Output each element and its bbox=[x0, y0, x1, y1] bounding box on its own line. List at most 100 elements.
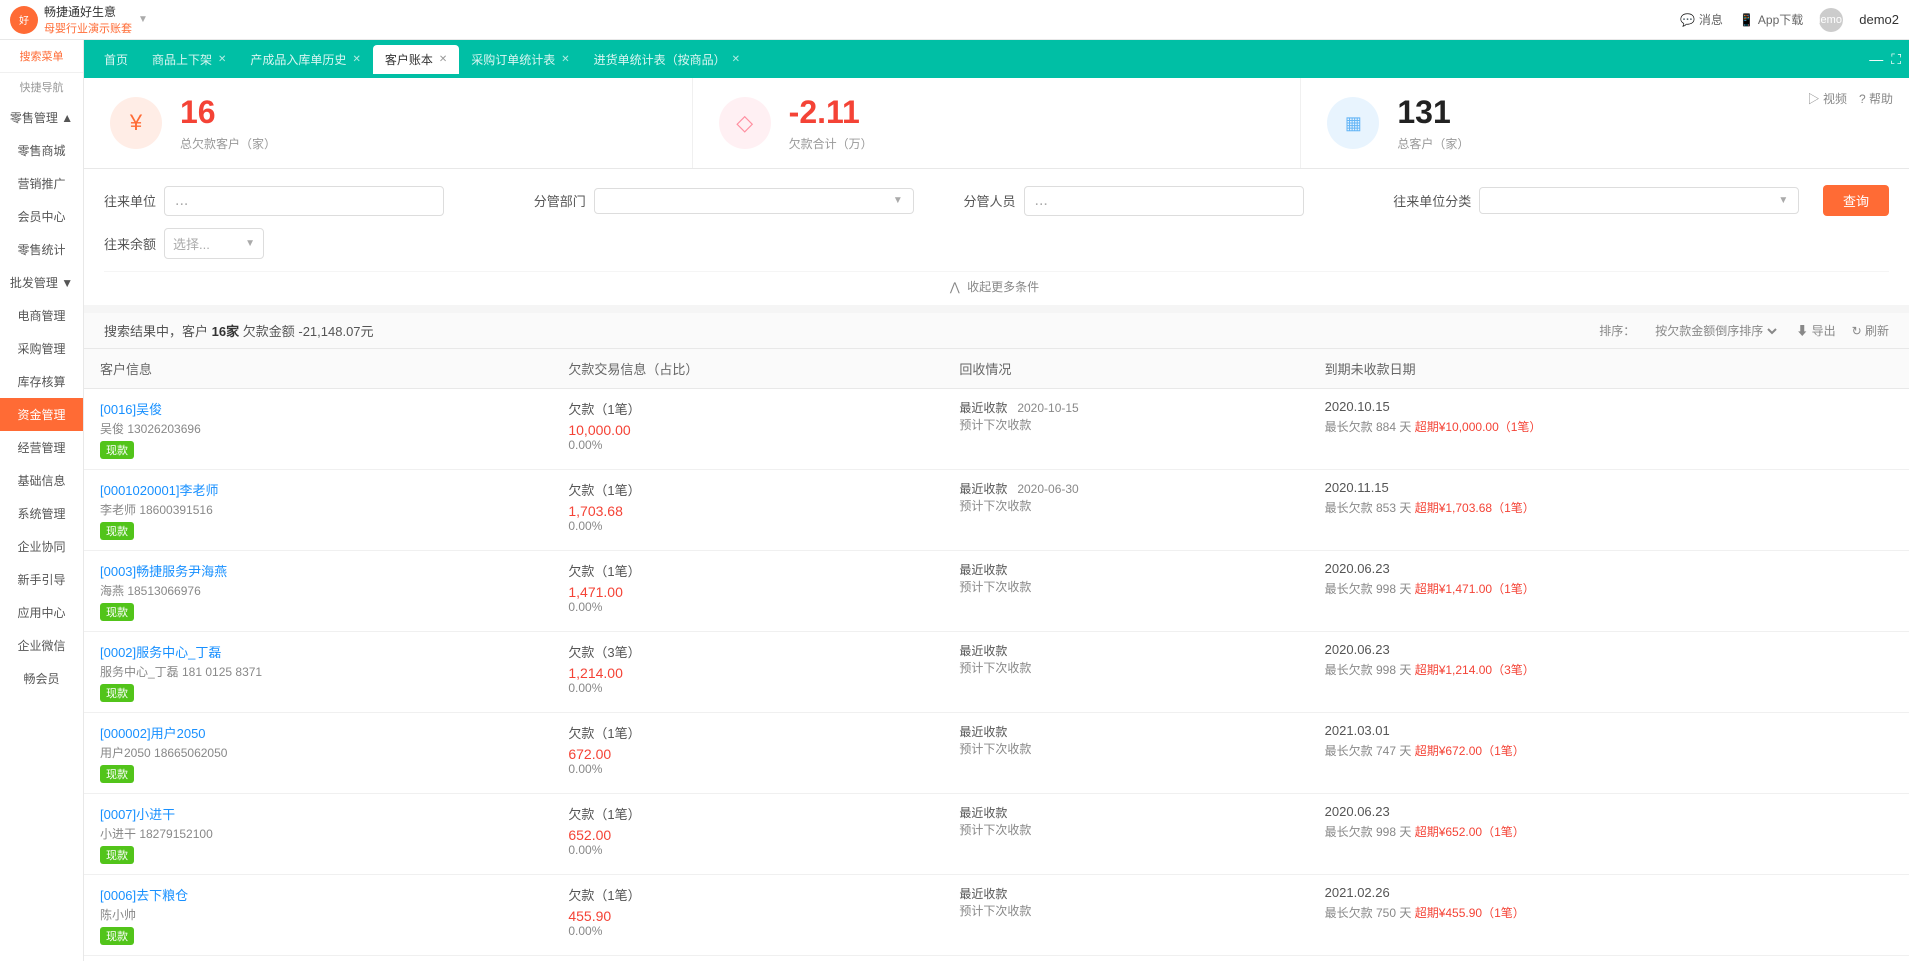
overdue-info: 最长欠款 998 天 超期¥1,471.00（1笔） bbox=[1325, 580, 1893, 597]
user-avatar[interactable]: demo2 bbox=[1819, 8, 1843, 32]
table-row: [0001020001]李老师 李老师 18600391516 现款 欠款（1笔… bbox=[84, 470, 1909, 551]
collapse-btn[interactable]: ⋀ 收起更多条件 bbox=[104, 271, 1889, 305]
customer-name[interactable]: [0002]服务中心_丁磊 bbox=[100, 642, 536, 661]
message-btn[interactable]: 💬 消息 bbox=[1680, 11, 1723, 28]
sidebar-item-batch-mgmt[interactable]: 批发管理 ▼ bbox=[0, 266, 83, 299]
tab-purchase-order[interactable]: 采购订单统计表 ✕ bbox=[459, 45, 581, 74]
filter-input-manager[interactable]: ... bbox=[1024, 186, 1304, 216]
search-menu[interactable]: 搜索菜单 bbox=[0, 40, 83, 73]
phone-icon: 📱 bbox=[1739, 13, 1754, 27]
overdue-link[interactable]: 超期¥1,471.00（1笔） bbox=[1415, 582, 1535, 596]
due-date: 2021.03.01 bbox=[1325, 723, 1893, 738]
sidebar-item-guide[interactable]: 新手引导 bbox=[0, 563, 83, 596]
next-payment-label: 预计下次收款 bbox=[959, 902, 1292, 919]
customer-phone: 李老师 18600391516 bbox=[100, 501, 536, 518]
sidebar-item-retail-stats[interactable]: 零售统计 bbox=[0, 233, 83, 266]
tab-close-purchase-order[interactable]: ✕ bbox=[561, 54, 569, 65]
store-dropdown-arrow[interactable]: ▼ bbox=[138, 14, 148, 25]
filter-input-dept[interactable]: ▼ bbox=[594, 188, 914, 214]
overdue-link[interactable]: 超期¥652.00（1笔） bbox=[1415, 825, 1525, 839]
tab-close-products[interactable]: ✕ bbox=[218, 54, 226, 65]
sidebar-item-wechat[interactable]: 企业微信 bbox=[0, 629, 83, 662]
overdue-link[interactable]: 超期¥1,703.68（1笔） bbox=[1415, 501, 1535, 515]
sidebar-item-retail-shop[interactable]: 零售商城 bbox=[0, 134, 83, 167]
debt-amount: 1,471.00 bbox=[568, 584, 927, 600]
last-payment-label: 最近收款 bbox=[959, 885, 1292, 902]
tab-production[interactable]: 产成品入库单历史 ✕ bbox=[238, 45, 372, 74]
tab-products[interactable]: 商品上下架 ✕ bbox=[140, 45, 238, 74]
video-icon: ▷ bbox=[1808, 92, 1820, 106]
customer-name[interactable]: [000002]用户2050 bbox=[100, 723, 536, 742]
sort-label: 排序： bbox=[1599, 322, 1635, 339]
app-wrapper: 好 畅捷通好生意 母婴行业演示账套 ▼ 💬 消息 📱 App下载 demo2 d… bbox=[0, 0, 1909, 961]
filter-label-dept: 分管部门 bbox=[534, 191, 586, 210]
sidebar-item-vip[interactable]: 畅会员 bbox=[0, 662, 83, 695]
tab-close-inventory-stats[interactable]: ✕ bbox=[732, 54, 740, 65]
tab-close-production[interactable]: ✕ bbox=[352, 54, 360, 65]
tab-close-customer-account[interactable]: ✕ bbox=[439, 54, 447, 65]
sidebar-item-member[interactable]: 会员中心 bbox=[0, 200, 83, 233]
debt-amount: 1,703.68 bbox=[568, 503, 927, 519]
sidebar-item-ecommerce[interactable]: 电商管理 bbox=[0, 299, 83, 332]
export-icon: ⬇ bbox=[1796, 324, 1808, 338]
customer-name[interactable]: [0006]去下粮仓 bbox=[100, 885, 536, 904]
filter-input-from-unit[interactable]: ... bbox=[164, 186, 444, 216]
app-download-btn[interactable]: 📱 App下载 bbox=[1739, 11, 1803, 28]
results-info: 搜索结果中，客户 16家 欠款金额 -21,148.07元 bbox=[104, 321, 374, 340]
tab-customer-account[interactable]: 客户账本 ✕ bbox=[373, 45, 459, 74]
filter-row-2: 往来余额 选择... ▼ bbox=[104, 228, 1889, 259]
stat-label-debt-customers: 总欠款客户（家） bbox=[180, 135, 668, 152]
video-btn[interactable]: ▷ 视频 bbox=[1808, 90, 1847, 107]
filter-unit-category: 往来单位分类 ▼ bbox=[1393, 187, 1807, 214]
sidebar-item-marketing[interactable]: 营销推广 bbox=[0, 167, 83, 200]
filter-select-balance[interactable]: 选择... ▼ bbox=[164, 228, 264, 259]
tab-inventory-stats[interactable]: 进货单统计表（按商品） ✕ bbox=[582, 45, 752, 74]
overdue-link[interactable]: 超期¥1,214.00（3笔） bbox=[1415, 663, 1535, 677]
customer-name[interactable]: [0007]小进干 bbox=[100, 804, 536, 823]
stat-label-debt-total: 欠款合计（万） bbox=[789, 135, 1277, 152]
table-row: [0016]吴俊 吴俊 13026203696 现款 欠款（1笔） 10,000… bbox=[84, 389, 1909, 470]
search-btn[interactable]: 查询 bbox=[1823, 185, 1889, 216]
store-name: 母婴行业演示账套 bbox=[44, 20, 132, 36]
overdue-link[interactable]: 超期¥672.00（1笔） bbox=[1415, 744, 1525, 758]
sidebar-item-enterprise[interactable]: 企业协同 bbox=[0, 530, 83, 563]
table-container: 客户信息 欠款交易信息（占比） 回收情况 到期未收款日期 [0016]吴俊 吴俊… bbox=[84, 349, 1909, 961]
export-btn[interactable]: ⬇ 导出 bbox=[1796, 322, 1835, 339]
next-payment-label: 预计下次收款 bbox=[959, 659, 1292, 676]
next-payment-label: 预计下次收款 bbox=[959, 821, 1292, 838]
overdue-link[interactable]: 超期¥455.90（1笔） bbox=[1415, 906, 1525, 920]
payment-tag: 现款 bbox=[100, 765, 134, 783]
last-payment-label: 最近收款 2020-06-30 bbox=[959, 480, 1292, 497]
sort-select[interactable]: 按欠款金额倒序排序 bbox=[1651, 323, 1780, 339]
customer-info-cell: [0007]小进干 小进干 18279152100 现款 bbox=[84, 794, 552, 875]
refresh-btn[interactable]: ↻ 刷新 bbox=[1852, 322, 1889, 339]
sidebar-item-system[interactable]: 系统管理 bbox=[0, 497, 83, 530]
customer-name[interactable]: [0001020001]李老师 bbox=[100, 480, 536, 499]
sidebar-item-capital[interactable]: 资金管理 bbox=[0, 398, 83, 431]
diamond-icon: ◇ bbox=[719, 97, 771, 149]
filter-input-unit-category[interactable]: ▼ bbox=[1479, 187, 1799, 214]
debt-count: 欠款（1笔） bbox=[568, 723, 927, 742]
stat-actions-customers: ▷ 视频 ? 帮助 bbox=[1808, 90, 1893, 107]
tab-home[interactable]: 首页 bbox=[92, 45, 140, 74]
top-bar-left: 好 畅捷通好生意 母婴行业演示账套 ▼ bbox=[10, 3, 148, 36]
help-btn[interactable]: ? 帮助 bbox=[1859, 90, 1893, 107]
stat-info-debt-total: -2.11 欠款合计（万） bbox=[789, 94, 1277, 152]
filter-row-1: 往来单位 ... 分管部门 ▼ bbox=[104, 185, 1889, 216]
tabs-maximize-btn[interactable]: ⛶ bbox=[1891, 51, 1901, 68]
sidebar-item-retail-mgmt[interactable]: 零售管理 ▲ bbox=[0, 101, 83, 134]
debt-count: 欠款（1笔） bbox=[568, 399, 927, 418]
debt-percent: 0.00% bbox=[568, 843, 927, 857]
customer-name[interactable]: [0016]吴俊 bbox=[100, 399, 536, 418]
sidebar-item-inventory[interactable]: 库存核算 bbox=[0, 365, 83, 398]
sidebar-item-basic-info[interactable]: 基础信息 bbox=[0, 464, 83, 497]
sidebar-item-app-center[interactable]: 应用中心 bbox=[0, 596, 83, 629]
overdue-link[interactable]: 超期¥10,000.00（1笔） bbox=[1415, 420, 1542, 434]
debt-count: 欠款（1笔） bbox=[568, 804, 927, 823]
balance-dropdown-arrow: ▼ bbox=[245, 238, 255, 249]
sidebar-item-purchase[interactable]: 采购管理 bbox=[0, 332, 83, 365]
recovery-cell: 最近收款 2020-10-15 预计下次收款 bbox=[943, 389, 1308, 470]
sidebar-item-ops[interactable]: 经营管理 bbox=[0, 431, 83, 464]
tabs-minimize-btn[interactable]: — bbox=[1869, 51, 1883, 68]
customer-name[interactable]: [0003]畅捷服务尹海燕 bbox=[100, 561, 536, 580]
